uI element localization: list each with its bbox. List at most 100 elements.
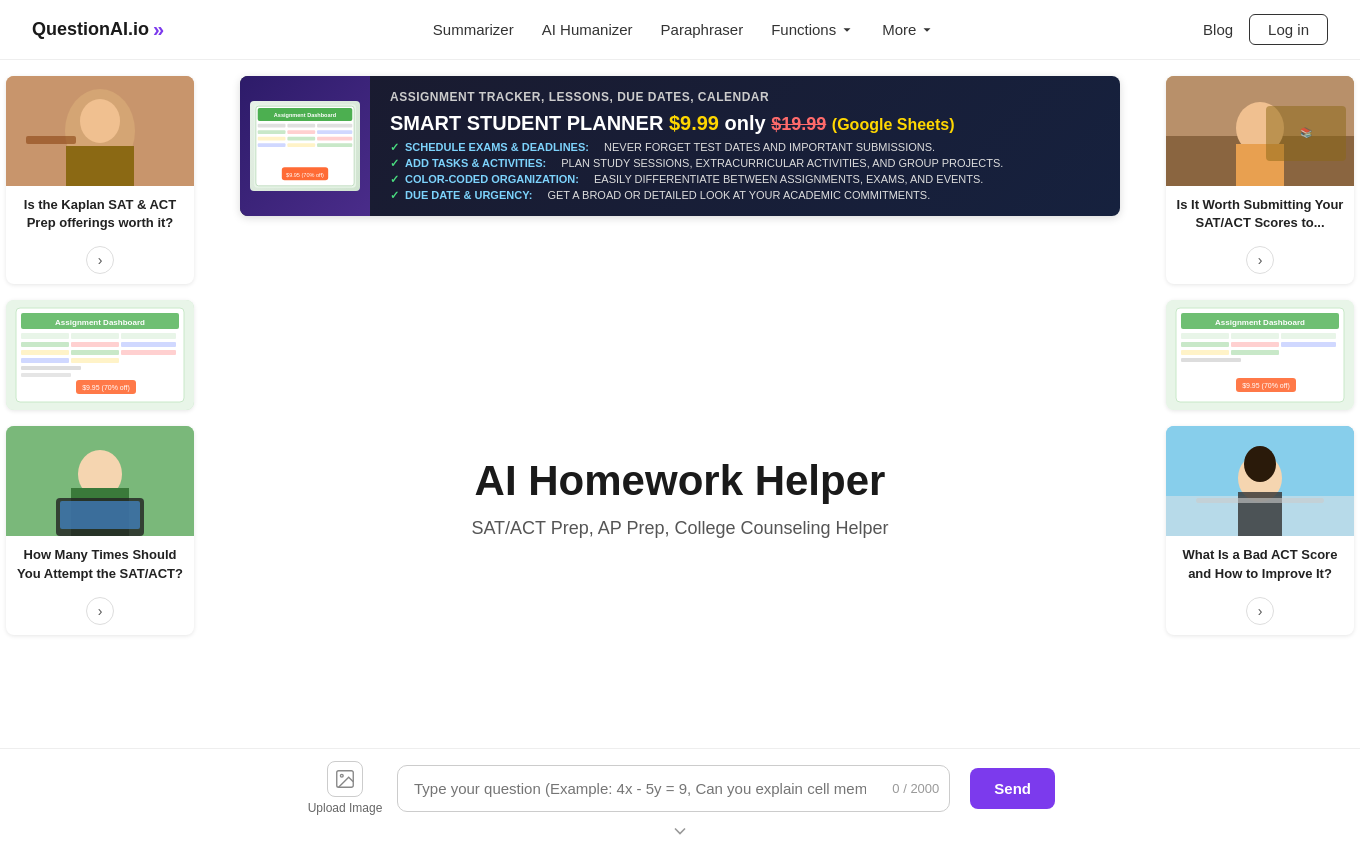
svg-rect-35 [317, 124, 352, 128]
nav-more-dropdown[interactable]: More [882, 21, 934, 38]
banner-item-2-label: COLOR-CODED ORGANIZATION: [405, 173, 579, 185]
planner-right-image: Assignment Dashboard $9.95 (70% off) [1166, 300, 1354, 410]
input-row: Upload Image 0 / 2000 Send [305, 761, 1055, 815]
svg-rect-62 [1281, 342, 1336, 347]
svg-text:$9.95 (70% off): $9.95 (70% off) [1242, 382, 1290, 390]
planner-right-illustration: Assignment Dashboard $9.95 (70% off) [1166, 300, 1354, 410]
logo[interactable]: QuestionAI.io » [32, 18, 164, 41]
planner-left-illustration: Assignment Dashboard $9.95 (70% off) [6, 300, 194, 410]
svg-text:$9.95 (70% off): $9.95 (70% off) [286, 172, 324, 178]
svg-rect-28 [60, 501, 140, 529]
svg-rect-17 [121, 350, 176, 355]
send-button[interactable]: Send [970, 768, 1055, 809]
svg-rect-44 [317, 143, 352, 147]
banner-preview-image: Assignment Dashboard [250, 101, 360, 191]
price-word: only [725, 112, 766, 134]
banner-item-0-text: NEVER FORGET TEST DATES AND IMPORTANT SU… [604, 141, 935, 153]
question-input[interactable] [398, 766, 882, 811]
bad-act-image [1166, 426, 1354, 536]
svg-text:$9.95 (70% off): $9.95 (70% off) [82, 384, 130, 392]
banner-subtitle: ASSIGNMENT TRACKER, LESSONS, DUE DATES, … [390, 90, 1100, 104]
left-sidebar: Is the Kaplan SAT & ACT Prep offerings w… [0, 60, 200, 859]
how-many-arrow-button[interactable]: › [86, 597, 114, 625]
chevron-down-icon [670, 821, 690, 841]
scroll-hint [668, 815, 692, 843]
nav-paraphraser[interactable]: Paraphraser [661, 21, 744, 38]
svg-rect-14 [121, 342, 176, 347]
functions-chevron-icon [840, 23, 854, 37]
bad-act-arrow-button[interactable]: › [1246, 597, 1274, 625]
nav-functions-label: Functions [771, 21, 836, 38]
sidebar-card-how-many[interactable]: How Many Times Should You Attempt the SA… [6, 426, 194, 634]
svg-rect-33 [258, 124, 286, 128]
kaplan-illustration [6, 76, 194, 186]
nav-summarizer[interactable]: Summarizer [433, 21, 514, 38]
center-main: Assignment Dashboard [200, 60, 1160, 859]
kaplan-arrow-button[interactable]: › [86, 246, 114, 274]
svg-rect-16 [71, 350, 119, 355]
svg-rect-9 [21, 333, 69, 339]
more-chevron-icon [920, 23, 934, 37]
hero-section: AI Homework Helper SAT/ACT Prep, AP Prep… [451, 216, 908, 759]
banner-title: SMART STUDENT PLANNER $9.99 only $19.99 … [390, 112, 1100, 135]
svg-rect-11 [121, 333, 176, 339]
svg-rect-61 [1231, 342, 1279, 347]
page-layout: Is the Kaplan SAT & ACT Prep offerings w… [0, 60, 1360, 859]
worth-submitting-arrow-button[interactable]: › [1246, 246, 1274, 274]
svg-rect-4 [26, 136, 76, 144]
worth-submitting-image: 📚 [1166, 76, 1354, 186]
svg-rect-42 [258, 143, 286, 147]
svg-rect-43 [287, 143, 315, 147]
banner-item-2: COLOR-CODED ORGANIZATION: EASILY DIFFERE… [390, 173, 1100, 186]
nav-blog[interactable]: Blog [1203, 21, 1233, 38]
promo-banner[interactable]: Assignment Dashboard [240, 76, 1120, 216]
sidebar-card-kaplan[interactable]: Is the Kaplan SAT & ACT Prep offerings w… [6, 76, 194, 284]
text-input-wrap: 0 / 2000 [397, 765, 950, 812]
svg-rect-64 [1231, 350, 1279, 355]
sidebar-card-planner-left[interactable]: Assignment Dashboard $9.95 (70% off) [6, 300, 194, 410]
upload-icon [327, 761, 363, 797]
sidebar-card-planner-right[interactable]: Assignment Dashboard $9.95 (70% off) [1166, 300, 1354, 410]
nav-ai-humanizer[interactable]: AI Humanizer [542, 21, 633, 38]
price-original: $19.99 [771, 114, 826, 134]
svg-rect-60 [1181, 342, 1229, 347]
svg-rect-38 [317, 130, 352, 134]
sidebar-card-worth-submitting[interactable]: 📚 Is It Worth Submitting Your SAT/ACT Sc… [1166, 76, 1354, 284]
upload-label: Upload Image [308, 801, 383, 815]
bad-act-card-text: What Is a Bad ACT Score and How to Impro… [1166, 536, 1354, 592]
svg-rect-13 [71, 342, 119, 347]
price-note: (Google Sheets) [832, 116, 955, 133]
planner-left-image: Assignment Dashboard $9.95 (70% off) [6, 300, 194, 410]
how-many-card-image [6, 426, 194, 536]
svg-text:Assignment Dashboard: Assignment Dashboard [1215, 318, 1305, 327]
svg-rect-39 [258, 137, 286, 141]
svg-rect-37 [287, 130, 315, 134]
banner-planner-svg: Assignment Dashboard [254, 101, 356, 191]
login-button[interactable]: Log in [1249, 14, 1328, 45]
bad-act-btn-wrap: › [1166, 593, 1354, 635]
svg-rect-63 [1181, 350, 1229, 355]
svg-rect-21 [21, 373, 71, 377]
input-area: Upload Image 0 / 2000 Send [0, 748, 1360, 859]
svg-rect-59 [1281, 333, 1336, 339]
svg-rect-40 [287, 137, 315, 141]
logo-text: QuestionAI.io [32, 19, 149, 40]
svg-rect-2 [66, 146, 134, 186]
worth-submitting-card-text: Is It Worth Submitting Your SAT/ACT Scor… [1166, 186, 1354, 242]
banner-item-1: ADD TASKS & ACTIVITIES: PLAN STUDY SESSI… [390, 157, 1100, 170]
image-upload-icon [334, 768, 356, 790]
scroll-down-icon[interactable] [668, 819, 692, 843]
svg-rect-15 [21, 350, 69, 355]
kaplan-card-image [6, 76, 194, 186]
svg-rect-12 [21, 342, 69, 347]
how-many-illustration [6, 426, 194, 536]
upload-button[interactable]: Upload Image [305, 761, 385, 815]
nav-functions-dropdown[interactable]: Functions [771, 21, 854, 38]
sidebar-card-bad-act[interactable]: What Is a Bad ACT Score and How to Impro… [1166, 426, 1354, 634]
svg-text:📚: 📚 [1300, 126, 1313, 139]
price-sale: $9.99 [669, 112, 719, 134]
svg-rect-10 [71, 333, 119, 339]
banner-items: SCHEDULE EXAMS & DEADLINES: NEVER FORGET… [390, 141, 1100, 202]
svg-rect-20 [21, 366, 81, 370]
svg-point-3 [80, 99, 120, 143]
